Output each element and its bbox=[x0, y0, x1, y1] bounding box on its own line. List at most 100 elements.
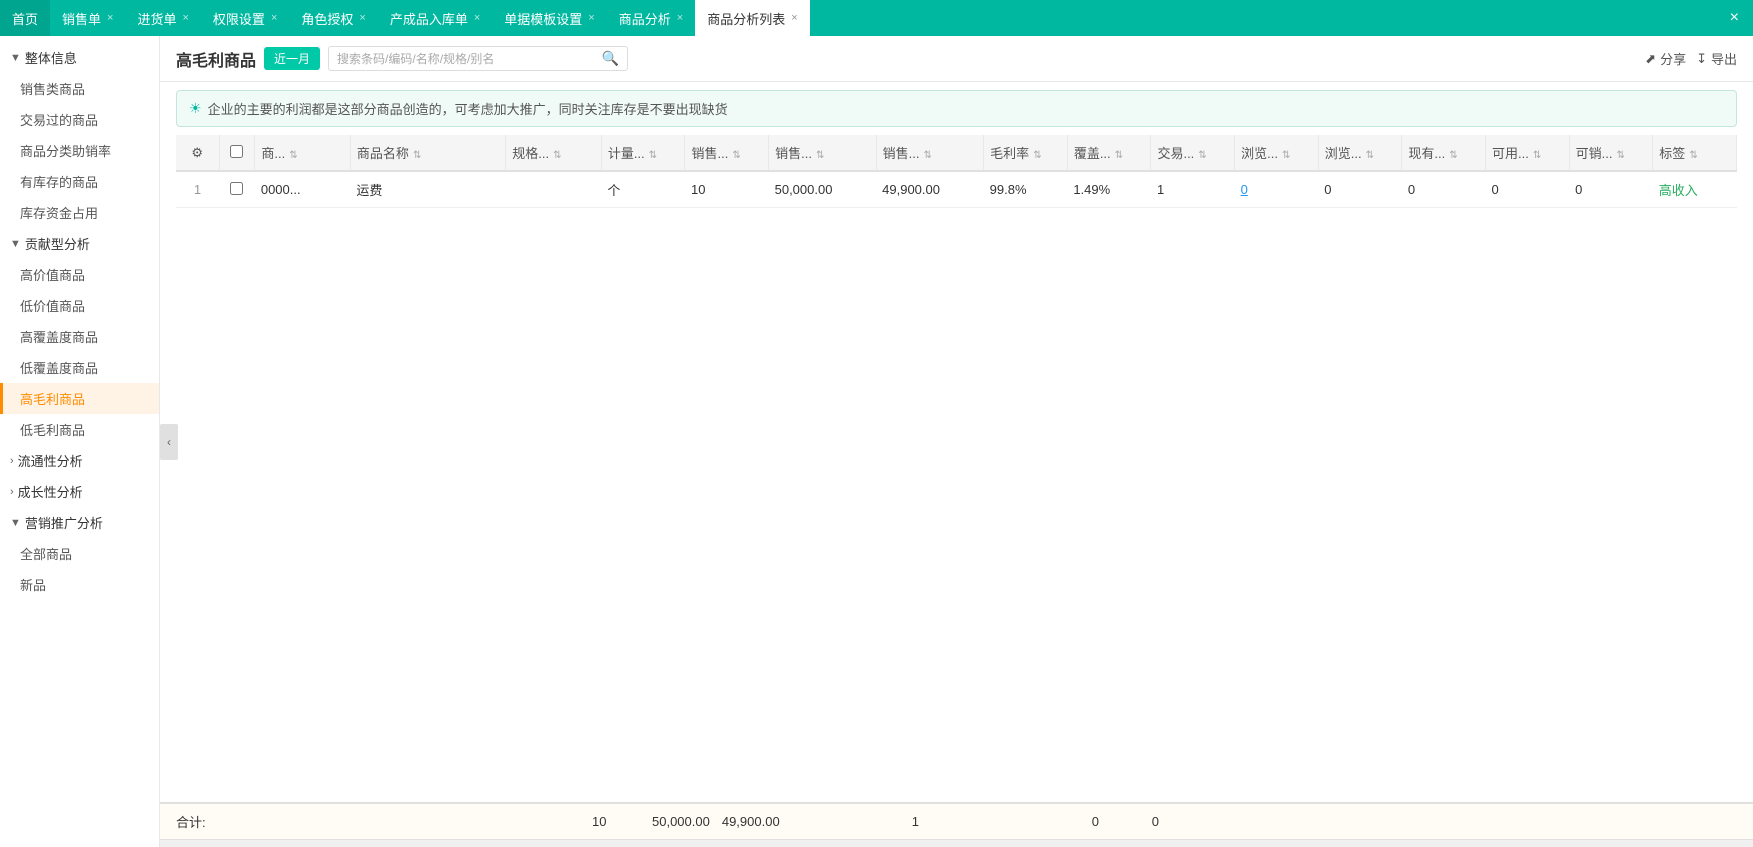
sidebar-group-1[interactable]: ▼贡献型分析 bbox=[0, 228, 159, 259]
nav-close-7[interactable]: × bbox=[677, 12, 683, 24]
sort-icon-saleable[interactable]: ⇅ bbox=[1617, 150, 1625, 161]
sidebar-item-1-3[interactable]: 低覆盖度商品 bbox=[0, 352, 159, 383]
export-icon: ↧ bbox=[1696, 51, 1707, 67]
row-checkbox[interactable] bbox=[219, 171, 255, 208]
col-header-name[interactable]: 商品名称⇅ bbox=[350, 135, 505, 171]
sort-icon-coverage[interactable]: ⇅ bbox=[1115, 150, 1123, 161]
nav-item-1[interactable]: 销售单× bbox=[50, 0, 125, 36]
col-header-sale_profit[interactable]: 销售...⇅ bbox=[876, 135, 984, 171]
nav-close-2[interactable]: × bbox=[182, 12, 188, 24]
col-label-browse1: 浏览... bbox=[1241, 146, 1278, 161]
row-checkbox-input[interactable] bbox=[230, 182, 243, 195]
nav-item-7[interactable]: 商品分析× bbox=[607, 0, 695, 36]
sort-icon-spec[interactable]: ⇅ bbox=[553, 150, 561, 161]
nav-item-5[interactable]: 产成品入库单× bbox=[378, 0, 492, 36]
col-label-sale_count: 销售... bbox=[691, 146, 728, 161]
select-all-checkbox[interactable] bbox=[230, 145, 243, 158]
col-header-index[interactable]: ⚙ bbox=[176, 135, 219, 171]
sidebar-item-1-4[interactable]: 高毛利商品 bbox=[0, 383, 159, 414]
sidebar-group-arrow-1: ▼ bbox=[10, 238, 21, 250]
sort-icon-name[interactable]: ⇅ bbox=[413, 150, 421, 161]
nav-close-4[interactable]: × bbox=[359, 12, 365, 24]
action-buttons: ⬈ 分享 ↧ 导出 bbox=[1645, 49, 1737, 68]
table-head: ⚙商...⇅商品名称⇅规格...⇅计量...⇅销售...⇅销售...⇅销售...… bbox=[176, 135, 1737, 171]
col-label-transaction: 交易... bbox=[1157, 146, 1194, 161]
sort-icon-browse2[interactable]: ⇅ bbox=[1366, 150, 1374, 161]
sidebar-item-1-5[interactable]: 低毛利商品 bbox=[0, 414, 159, 445]
sort-icon-transaction[interactable]: ⇅ bbox=[1198, 150, 1206, 161]
sidebar-item-0-4[interactable]: 库存资金占用 bbox=[0, 197, 159, 228]
search-icon[interactable]: 🔍 bbox=[602, 50, 619, 67]
sidebar-item-0-0[interactable]: 销售类商品 bbox=[0, 73, 159, 104]
table-body: 10000...运费个1050,000.0049,900.0099.8%1.49… bbox=[176, 171, 1737, 208]
horizontal-scrollbar[interactable] bbox=[160, 839, 1753, 847]
col-header-current_stock[interactable]: 现有...⇅ bbox=[1402, 135, 1486, 171]
sort-icon-sale_amount[interactable]: ⇅ bbox=[816, 150, 824, 161]
nav-item-2[interactable]: 进货单× bbox=[125, 0, 200, 36]
nav-close-3[interactable]: × bbox=[271, 12, 277, 24]
nav-close-1[interactable]: × bbox=[107, 12, 113, 24]
sidebar-group-0[interactable]: ▼整体信息 bbox=[0, 42, 159, 73]
sidebar-item-1-1[interactable]: 低价值商品 bbox=[0, 290, 159, 321]
col-label-sale_profit: 销售... bbox=[883, 146, 920, 161]
nav-item-0[interactable]: 首页 bbox=[0, 0, 50, 36]
sort-icon-sale_profit[interactable]: ⇅ bbox=[923, 150, 931, 161]
footer-label: 合计: bbox=[176, 812, 236, 831]
sort-icon-tag[interactable]: ⇅ bbox=[1689, 150, 1697, 161]
col-header-tag[interactable]: 标签⇅ bbox=[1653, 135, 1737, 171]
nav-item-3[interactable]: 权限设置× bbox=[201, 0, 289, 36]
window-close-button[interactable]: × bbox=[1716, 0, 1753, 36]
share-label: 分享 bbox=[1660, 49, 1686, 68]
nav-item-6[interactable]: 单据模板设置× bbox=[492, 0, 606, 36]
sort-icon-current_stock[interactable]: ⇅ bbox=[1449, 150, 1457, 161]
sidebar-group-4[interactable]: ▼营销推广分析 bbox=[0, 507, 159, 538]
nav-item-4[interactable]: 角色授权× bbox=[289, 0, 377, 36]
col-header-available[interactable]: 可用... ⇅ bbox=[1486, 135, 1570, 171]
col-header-saleable[interactable]: 可销...⇅ bbox=[1569, 135, 1653, 171]
col-header-gross_margin[interactable]: 毛利率⇅ bbox=[984, 135, 1068, 171]
col-header-sale_amount[interactable]: 销售...⇅ bbox=[769, 135, 877, 171]
row-current-stock: 0 bbox=[1402, 171, 1486, 208]
share-button[interactable]: ⬈ 分享 bbox=[1645, 49, 1686, 68]
sidebar-item-1-2[interactable]: 高覆盖度商品 bbox=[0, 321, 159, 352]
export-button[interactable]: ↧ 导出 bbox=[1696, 49, 1737, 68]
search-input[interactable] bbox=[337, 52, 602, 66]
sort-icon-gross_margin[interactable]: ⇅ bbox=[1033, 150, 1041, 161]
row-browse1-link[interactable]: 0 bbox=[1241, 182, 1248, 197]
row-unit: 个 bbox=[601, 171, 685, 208]
col-header-coverage[interactable]: 覆盖...⇅ bbox=[1067, 135, 1151, 171]
col-header-code[interactable]: 商... ⇅ bbox=[255, 135, 351, 171]
col-header-browse2[interactable]: 浏览...⇅ bbox=[1318, 135, 1402, 171]
settings-icon[interactable]: ⚙ bbox=[191, 145, 203, 160]
col-header-transaction[interactable]: 交易... ⇅ bbox=[1151, 135, 1235, 171]
sort-icon-code[interactable]: ⇅ bbox=[289, 150, 297, 161]
col-label-available: 可用... bbox=[1492, 146, 1529, 161]
sidebar-group-3[interactable]: ›成长性分析 bbox=[0, 476, 159, 507]
sidebar-item-4-1[interactable]: 新品 bbox=[0, 569, 159, 600]
nav-close-8[interactable]: × bbox=[791, 12, 797, 24]
table-wrapper[interactable]: ⚙商...⇅商品名称⇅规格...⇅计量...⇅销售...⇅销售...⇅销售...… bbox=[160, 135, 1753, 802]
content-area: 高毛利商品 近一月 🔍 ⬈ 分享 ↧ 导出 ☀ 企业的主要的利润都是这部分商品创… bbox=[160, 36, 1753, 847]
col-label-code: 商... bbox=[261, 146, 285, 161]
sidebar-item-1-0[interactable]: 高价值商品 bbox=[0, 259, 159, 290]
sort-icon-browse1[interactable]: ⇅ bbox=[1282, 150, 1290, 161]
col-header-sale_count[interactable]: 销售... ⇅ bbox=[685, 135, 769, 171]
sidebar-group-2[interactable]: ›流通性分析 bbox=[0, 445, 159, 476]
nav-close-5[interactable]: × bbox=[474, 12, 480, 24]
sort-icon-sale_count[interactable]: ⇅ bbox=[732, 150, 740, 161]
sidebar-item-0-2[interactable]: 商品分类助销率 bbox=[0, 135, 159, 166]
filter-button[interactable]: 近一月 bbox=[264, 47, 320, 70]
sort-icon-available[interactable]: ⇅ bbox=[1533, 150, 1541, 161]
nav-item-8[interactable]: 商品分析列表× bbox=[695, 0, 809, 36]
col-header-unit[interactable]: 计量...⇅ bbox=[601, 135, 685, 171]
sidebar-item-4-0[interactable]: 全部商品 bbox=[0, 538, 159, 569]
sidebar-item-0-1[interactable]: 交易过的商品 bbox=[0, 104, 159, 135]
row-browse1[interactable]: 0 bbox=[1235, 171, 1319, 208]
col-header-spec[interactable]: 规格...⇅ bbox=[506, 135, 602, 171]
nav-close-6[interactable]: × bbox=[588, 12, 594, 24]
sidebar-collapse-button[interactable]: ‹ bbox=[160, 424, 178, 460]
col-header-browse1[interactable]: 浏览... ⇅ bbox=[1235, 135, 1319, 171]
col-header-checkbox[interactable] bbox=[219, 135, 255, 171]
sort-icon-unit[interactable]: ⇅ bbox=[649, 150, 657, 161]
sidebar-item-0-3[interactable]: 有库存的商品 bbox=[0, 166, 159, 197]
